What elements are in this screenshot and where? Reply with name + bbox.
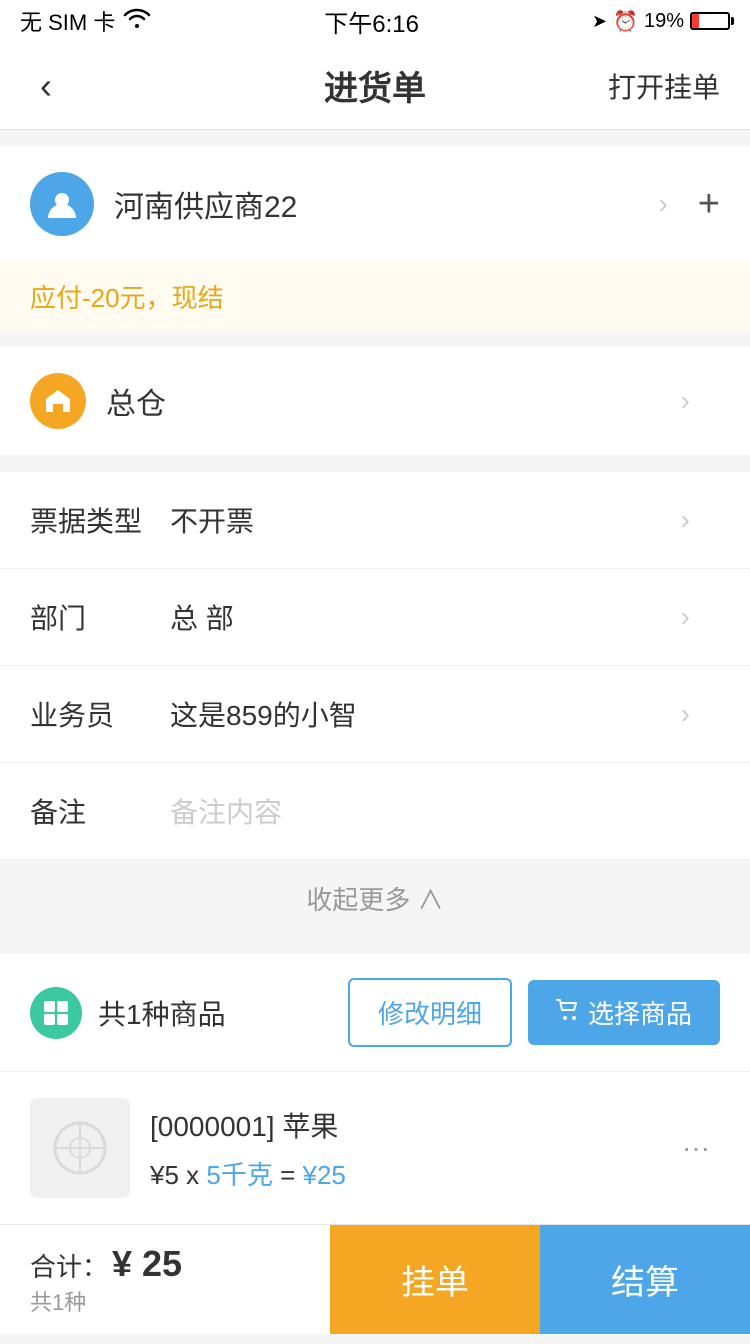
hang-button[interactable]: 挂单 xyxy=(330,1225,540,1334)
chevron-right-icon: › xyxy=(681,504,690,536)
product-thumbnail xyxy=(30,1098,130,1198)
invoice-value: 不开票 xyxy=(170,500,681,540)
battery-icon xyxy=(690,12,730,30)
select-product-button[interactable]: 选择商品 xyxy=(528,980,720,1045)
salesperson-label: 业务员 xyxy=(30,694,170,734)
product-price: ¥5 x 5千克 = ¥25 xyxy=(150,1155,672,1192)
checkout-button[interactable]: 结算 xyxy=(540,1225,750,1334)
products-count: 共1种商品 xyxy=(98,993,348,1033)
nav-bar: ‹ 进货单 打开挂单 xyxy=(0,42,750,130)
chevron-right-icon: › xyxy=(681,698,690,730)
supplier-section: 河南供应商22 › + 应付-20元，现结 xyxy=(0,146,750,331)
dept-row[interactable]: 部门 总 部 › xyxy=(0,568,750,665)
back-button[interactable]: ‹ xyxy=(30,55,62,117)
salesperson-row[interactable]: 业务员 这是859的小智 › xyxy=(0,665,750,762)
chevron-right-icon: › xyxy=(658,188,667,220)
dept-label: 部门 xyxy=(30,597,170,637)
open-hang-button[interactable]: 打开挂单 xyxy=(608,66,720,106)
add-button[interactable]: + xyxy=(698,183,720,226)
divider-3 xyxy=(0,937,750,953)
page-title: 进货单 xyxy=(324,61,426,110)
chevron-right-icon: › xyxy=(681,385,690,417)
total-label: 合计： xyxy=(30,1247,108,1284)
remarks-row[interactable]: 备注 备注内容 xyxy=(0,762,750,859)
more-options-button[interactable]: ··· xyxy=(672,1122,720,1174)
supplier-avatar xyxy=(30,172,94,236)
product-name: [0000001] 苹果 xyxy=(150,1105,672,1145)
supplier-name: 河南供应商22 xyxy=(114,182,658,226)
divider-1 xyxy=(0,331,750,347)
product-item: [0000001] 苹果 ¥5 x 5千克 = ¥25 ··· xyxy=(0,1071,750,1224)
wifi-icon xyxy=(123,8,151,34)
alarm-icon: ⏰ xyxy=(613,9,638,34)
total-value: ¥ 25 xyxy=(112,1243,182,1285)
status-right: ➤ ⏰ 19% xyxy=(592,9,730,34)
total-sub: 共1种 xyxy=(30,1285,300,1317)
location-icon: ➤ xyxy=(592,11,607,32)
invoice-row[interactable]: 票据类型 不开票 › xyxy=(0,471,750,568)
warehouse-icon xyxy=(30,373,86,429)
invoice-label: 票据类型 xyxy=(30,500,170,540)
status-bar: 无 SIM 卡 下午6:16 ➤ ⏰ 19% xyxy=(0,0,750,42)
warehouse-name: 总仓 xyxy=(106,379,681,423)
products-header: 共1种商品 修改明细 选择商品 xyxy=(0,953,750,1071)
dept-value: 总 部 xyxy=(170,597,681,637)
battery-percent: 19% xyxy=(644,10,684,33)
warehouse-row[interactable]: 总仓 › xyxy=(0,347,750,455)
status-time: 下午6:16 xyxy=(324,4,419,39)
product-info: [0000001] 苹果 ¥5 x 5千克 = ¥25 xyxy=(150,1105,672,1192)
edit-detail-button[interactable]: 修改明细 xyxy=(348,978,512,1047)
supplier-notice: 应付-20元，现结 xyxy=(0,262,750,331)
remarks-label: 备注 xyxy=(30,791,170,831)
bottom-bar: 合计： ¥ 25 共1种 挂单 结算 xyxy=(0,1224,750,1334)
divider-2 xyxy=(0,455,750,471)
salesperson-value: 这是859的小智 xyxy=(170,694,681,734)
form-section: 票据类型 不开票 › 部门 总 部 › 业务员 这是859的小智 › 备注 备注… xyxy=(0,471,750,859)
status-carrier: 无 SIM 卡 xyxy=(20,5,151,37)
products-icon xyxy=(30,987,82,1039)
divider-top xyxy=(0,130,750,146)
total-area: 合计： ¥ 25 共1种 xyxy=(0,1225,330,1334)
remarks-input[interactable]: 备注内容 xyxy=(170,791,720,831)
warehouse-section: 总仓 › xyxy=(0,347,750,455)
collapse-bar[interactable]: 收起更多 ∧ xyxy=(0,859,750,937)
total-row: 合计： ¥ 25 xyxy=(30,1243,300,1285)
chevron-right-icon: › xyxy=(681,601,690,633)
cart-icon xyxy=(556,997,580,1028)
supplier-row[interactable]: 河南供应商22 › + xyxy=(0,146,750,262)
